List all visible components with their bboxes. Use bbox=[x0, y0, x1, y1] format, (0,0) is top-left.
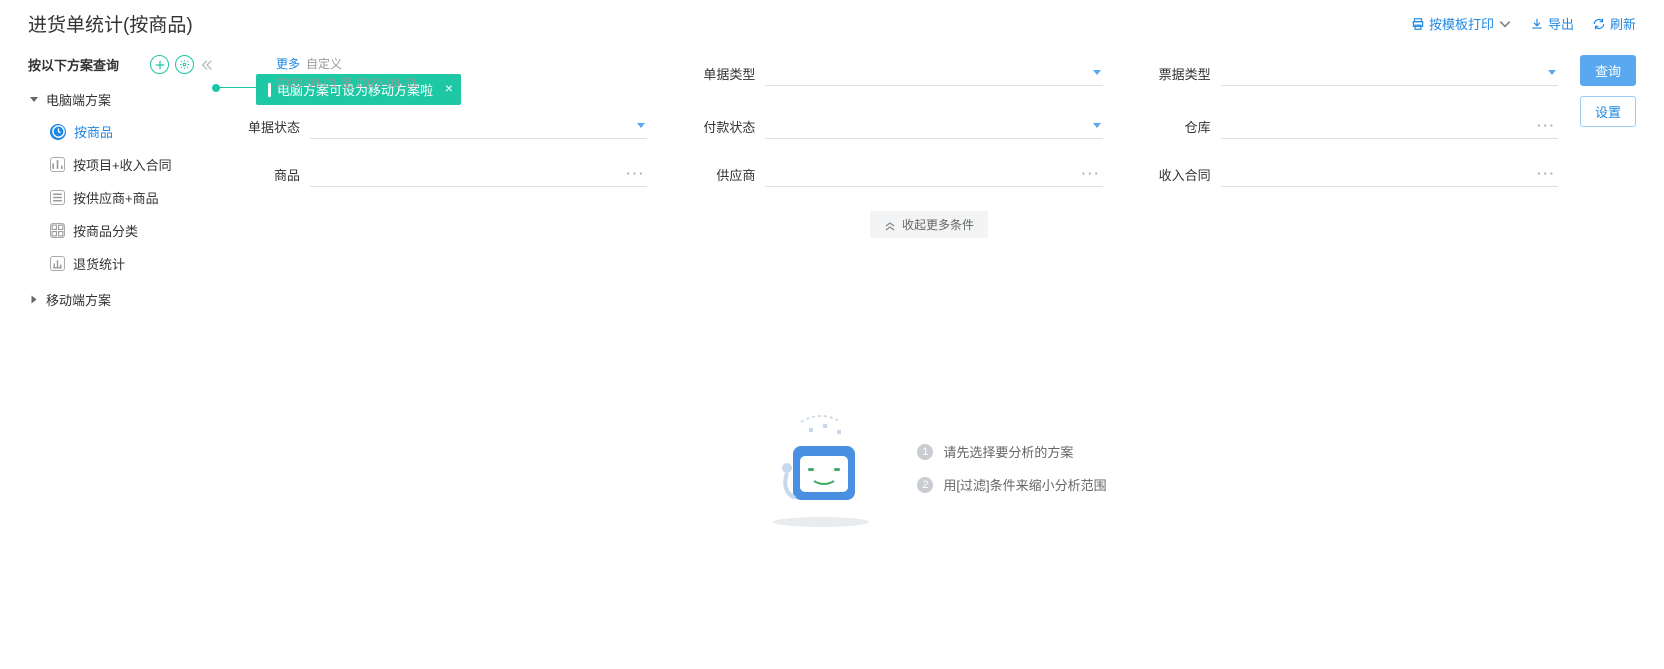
export-button[interactable]: 导出 bbox=[1530, 14, 1574, 33]
filter-label-doc-status: 单据状态 bbox=[222, 117, 310, 136]
sidebar: 按以下方案查询 电脑方案可设为移动 bbox=[0, 55, 222, 327]
sidebar-item-label: 退货统计 bbox=[73, 254, 125, 273]
sidebar-item-label: 按供应商+商品 bbox=[73, 188, 159, 207]
chart-icon bbox=[50, 157, 65, 172]
page-title: 进货单统计(按商品) bbox=[28, 10, 193, 37]
sidebar-item-by-project-contract[interactable]: 按项目+收入合同 bbox=[50, 148, 214, 181]
settings-plan-button[interactable] bbox=[175, 55, 194, 74]
filter-label-invoice-type: 票据类型 bbox=[1133, 64, 1221, 83]
chevron-down-icon bbox=[30, 97, 38, 102]
list-icon bbox=[50, 190, 65, 205]
plus-icon bbox=[155, 60, 165, 70]
step-text: 用[过滤]条件来缩小分析范围 bbox=[943, 475, 1106, 494]
settings-button[interactable]: 设置 bbox=[1580, 96, 1636, 127]
double-chevron-left-icon bbox=[200, 58, 214, 72]
date-range-text: 2023-03-01 至 2023-03-31 bbox=[276, 74, 417, 91]
collapse-filters-button[interactable]: 收起更多条件 bbox=[870, 211, 988, 238]
header-actions: 按模板打印 导出 刷新 bbox=[1411, 14, 1636, 33]
refresh-button[interactable]: 刷新 bbox=[1592, 14, 1636, 33]
ellipsis-icon: ··· bbox=[1082, 166, 1101, 181]
step-number-badge: 2 bbox=[917, 477, 933, 493]
product-picker[interactable]: ··· bbox=[310, 161, 647, 187]
refresh-icon bbox=[1592, 17, 1606, 31]
refresh-label: 刷新 bbox=[1610, 14, 1636, 33]
print-by-template-button[interactable]: 按模板打印 bbox=[1411, 14, 1512, 33]
tree-group-pc[interactable]: 电脑端方案 bbox=[28, 84, 214, 115]
tree-group-mobile-label: 移动端方案 bbox=[46, 290, 111, 309]
query-button[interactable]: 查询 bbox=[1580, 55, 1636, 86]
bar-chart-icon bbox=[50, 256, 65, 271]
sidebar-item-by-supplier-product[interactable]: 按供应商+商品 bbox=[50, 181, 214, 214]
gear-icon bbox=[179, 59, 190, 70]
chevron-down-icon bbox=[1548, 70, 1556, 75]
chevron-down-icon bbox=[1093, 123, 1101, 128]
collapse-label: 收起更多条件 bbox=[902, 216, 974, 233]
filter-label-pay-status: 付款状态 bbox=[677, 117, 765, 136]
chevron-right-icon bbox=[32, 296, 37, 304]
print-label: 按模板打印 bbox=[1429, 14, 1494, 33]
sidebar-item-by-product-category[interactable]: 按商品分类 bbox=[50, 214, 214, 247]
supplier-picker[interactable]: ··· bbox=[765, 161, 1102, 187]
tree-group-pc-label: 电脑端方案 bbox=[46, 90, 111, 109]
tree-group-mobile[interactable]: 移动端方案 bbox=[28, 284, 214, 315]
printer-icon bbox=[1411, 17, 1425, 31]
robot-illustration-icon bbox=[751, 408, 891, 528]
date-quick-links: 更多 自定义 bbox=[276, 55, 342, 72]
sidebar-item-label: 按商品分类 bbox=[73, 221, 138, 240]
clock-icon bbox=[51, 124, 66, 139]
filter-grid: 更多 自定义 2023-03-01 至 2023-03-31 单据类型 票据类型 bbox=[222, 55, 1558, 187]
step-number-badge: 1 bbox=[917, 444, 933, 460]
chevron-down-icon bbox=[1093, 70, 1101, 75]
doc-status-select[interactable] bbox=[310, 113, 647, 139]
add-plan-button[interactable] bbox=[150, 55, 169, 74]
guide-step-2: 2 用[过滤]条件来缩小分析范围 bbox=[917, 475, 1106, 494]
sidebar-item-label: 按项目+收入合同 bbox=[73, 155, 172, 174]
filter-label-product: 商品 bbox=[222, 165, 310, 184]
ellipsis-icon: ··· bbox=[1537, 166, 1556, 181]
sidebar-item-return-stats[interactable]: 退货统计 bbox=[50, 247, 214, 280]
pay-status-select[interactable] bbox=[765, 113, 1102, 139]
invoice-type-select[interactable] bbox=[1221, 60, 1558, 86]
sidebar-title: 按以下方案查询 bbox=[28, 55, 119, 74]
custom-link[interactable]: 自定义 bbox=[306, 55, 342, 72]
warehouse-picker[interactable]: ··· bbox=[1221, 113, 1558, 139]
guide-step-1: 1 请先选择要分析的方案 bbox=[917, 442, 1106, 461]
filter-label-supplier: 供应商 bbox=[677, 165, 765, 184]
sidebar-item-by-product[interactable]: 按商品 bbox=[50, 115, 214, 148]
filter-label-doc-type: 单据类型 bbox=[677, 64, 765, 83]
empty-state: 1 请先选择要分析的方案 2 用[过滤]条件来缩小分析范围 bbox=[222, 408, 1636, 528]
ellipsis-icon: ··· bbox=[1537, 118, 1556, 133]
chevron-down-icon bbox=[1498, 17, 1512, 31]
export-icon bbox=[1530, 17, 1544, 31]
sidebar-item-label: 按商品 bbox=[74, 122, 113, 141]
filter-label-income-contract: 收入合同 bbox=[1133, 165, 1221, 184]
grid-icon bbox=[50, 223, 65, 238]
income-contract-picker[interactable]: ··· bbox=[1221, 161, 1558, 187]
chevron-down-icon bbox=[637, 123, 645, 128]
more-link[interactable]: 更多 bbox=[276, 55, 300, 72]
export-label: 导出 bbox=[1548, 14, 1574, 33]
collapse-sidebar-button[interactable] bbox=[200, 58, 214, 72]
doc-type-select[interactable] bbox=[765, 60, 1102, 86]
filter-label-warehouse: 仓库 bbox=[1133, 117, 1221, 136]
ellipsis-icon: ··· bbox=[626, 166, 645, 181]
double-chevron-up-icon bbox=[884, 219, 896, 231]
step-text: 请先选择要分析的方案 bbox=[943, 442, 1073, 461]
